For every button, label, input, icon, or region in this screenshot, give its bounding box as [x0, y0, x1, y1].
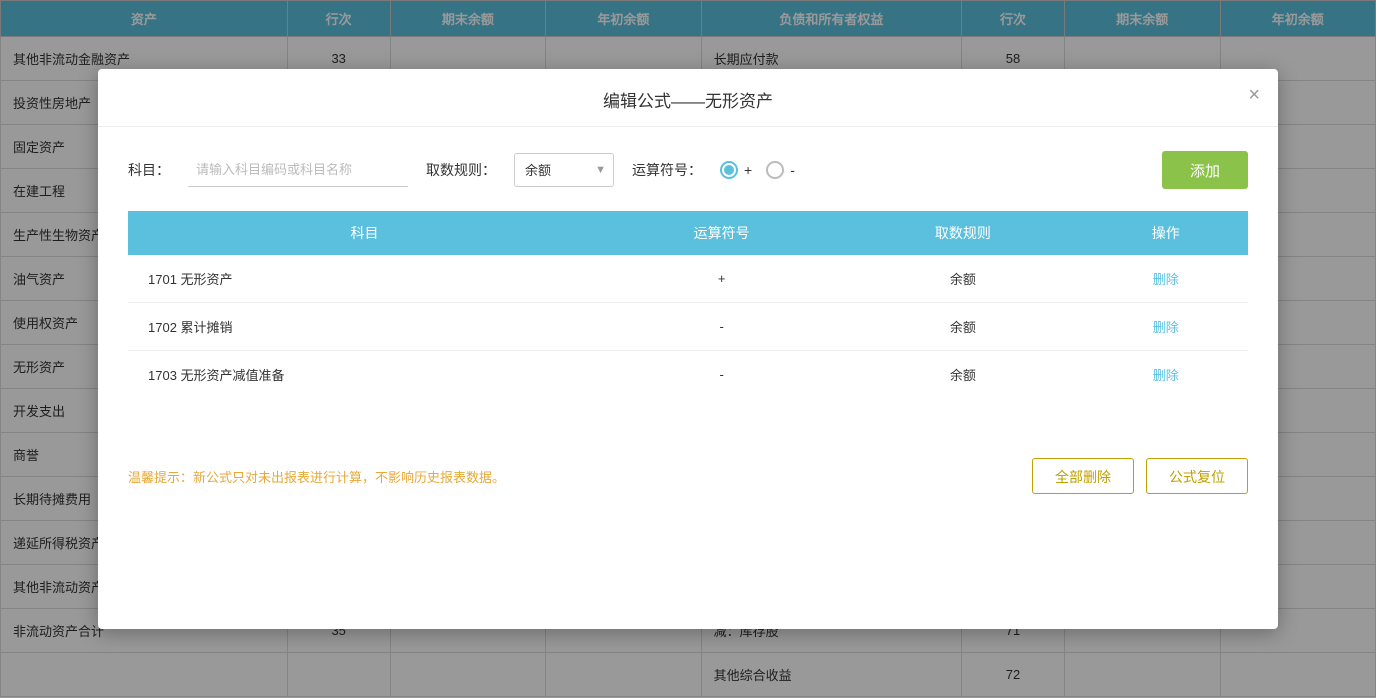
col-subject: 科目	[128, 211, 601, 255]
col-action: 操作	[1083, 211, 1248, 255]
cell-operator: -	[601, 351, 842, 399]
table-header-row: 科目 运算符号 取数规则 操作	[128, 211, 1248, 255]
cell-rule: 余额	[842, 303, 1083, 351]
operator-plus-radio[interactable]: +	[720, 161, 752, 179]
subject-input[interactable]	[188, 153, 408, 187]
rule-select-wrap: 余额 借方 贷方 借方发生额 贷方发生额 ▼	[514, 153, 614, 187]
rule-select[interactable]: 余额 借方 贷方 借方发生额 贷方发生额	[514, 153, 614, 187]
cell-rule: 余额	[842, 255, 1083, 303]
operator-radio-group: + -	[720, 161, 795, 179]
delete-row-link[interactable]: 删除	[1153, 368, 1179, 383]
cell-rule: 余额	[842, 351, 1083, 399]
modal-overlay: 编辑公式——无形资产 × 科目： 取数规则： 余额 借方 贷方 借方发生额 贷方…	[0, 0, 1376, 698]
rule-label: 取数规则：	[426, 160, 496, 180]
cell-operator: +	[601, 255, 842, 303]
radio-minus-circle	[766, 161, 784, 179]
footer-buttons: 全部删除 公式复位	[1032, 458, 1248, 494]
close-button[interactable]: ×	[1248, 85, 1260, 105]
delete-row-link[interactable]: 删除	[1153, 320, 1179, 335]
cell-action: 删除	[1083, 303, 1248, 351]
subject-label: 科目：	[128, 160, 170, 180]
cell-operator: -	[601, 303, 842, 351]
operator-minus-radio[interactable]: -	[766, 161, 795, 179]
reset-formula-button[interactable]: 公式复位	[1146, 458, 1248, 494]
col-operator: 运算符号	[601, 211, 842, 255]
radio-plus-circle	[720, 161, 738, 179]
hint-text: 温馨提示：新公式只对未出报表进行计算，不影响历史报表数据。	[128, 467, 505, 486]
table-row: 1703 无形资产减值准备 - 余额 删除	[128, 351, 1248, 399]
cell-subject: 1701 无形资产	[128, 255, 601, 303]
col-rule: 取数规则	[842, 211, 1083, 255]
cell-subject: 1702 累计摊销	[128, 303, 601, 351]
cell-action: 删除	[1083, 351, 1248, 399]
table-row: 1701 无形资产 + 余额 删除	[128, 255, 1248, 303]
modal-title: 编辑公式——无形资产	[603, 92, 773, 111]
cell-action: 删除	[1083, 255, 1248, 303]
operator-minus-label: -	[790, 162, 795, 178]
formula-table: 科目 运算符号 取数规则 操作 1701 无形资产 + 余额 删除 1702 累…	[128, 211, 1248, 398]
cell-subject: 1703 无形资产减值准备	[128, 351, 601, 399]
modal-header: 编辑公式——无形资产 ×	[98, 69, 1278, 127]
operator-plus-label: +	[744, 162, 752, 178]
delete-row-link[interactable]: 删除	[1153, 272, 1179, 287]
modal-body: 科目： 取数规则： 余额 借方 贷方 借方发生额 贷方发生额 ▼ 运算符号：	[98, 127, 1278, 442]
operator-label: 运算符号：	[632, 160, 702, 180]
add-button[interactable]: 添加	[1162, 151, 1248, 189]
modal-footer: 温馨提示：新公式只对未出报表进行计算，不影响历史报表数据。 全部删除 公式复位	[98, 442, 1278, 518]
edit-formula-modal: 编辑公式——无形资产 × 科目： 取数规则： 余额 借方 贷方 借方发生额 贷方…	[98, 69, 1278, 629]
delete-all-button[interactable]: 全部删除	[1032, 458, 1134, 494]
formula-form-row: 科目： 取数规则： 余额 借方 贷方 借方发生额 贷方发生额 ▼ 运算符号：	[128, 151, 1248, 189]
table-row: 1702 累计摊销 - 余额 删除	[128, 303, 1248, 351]
